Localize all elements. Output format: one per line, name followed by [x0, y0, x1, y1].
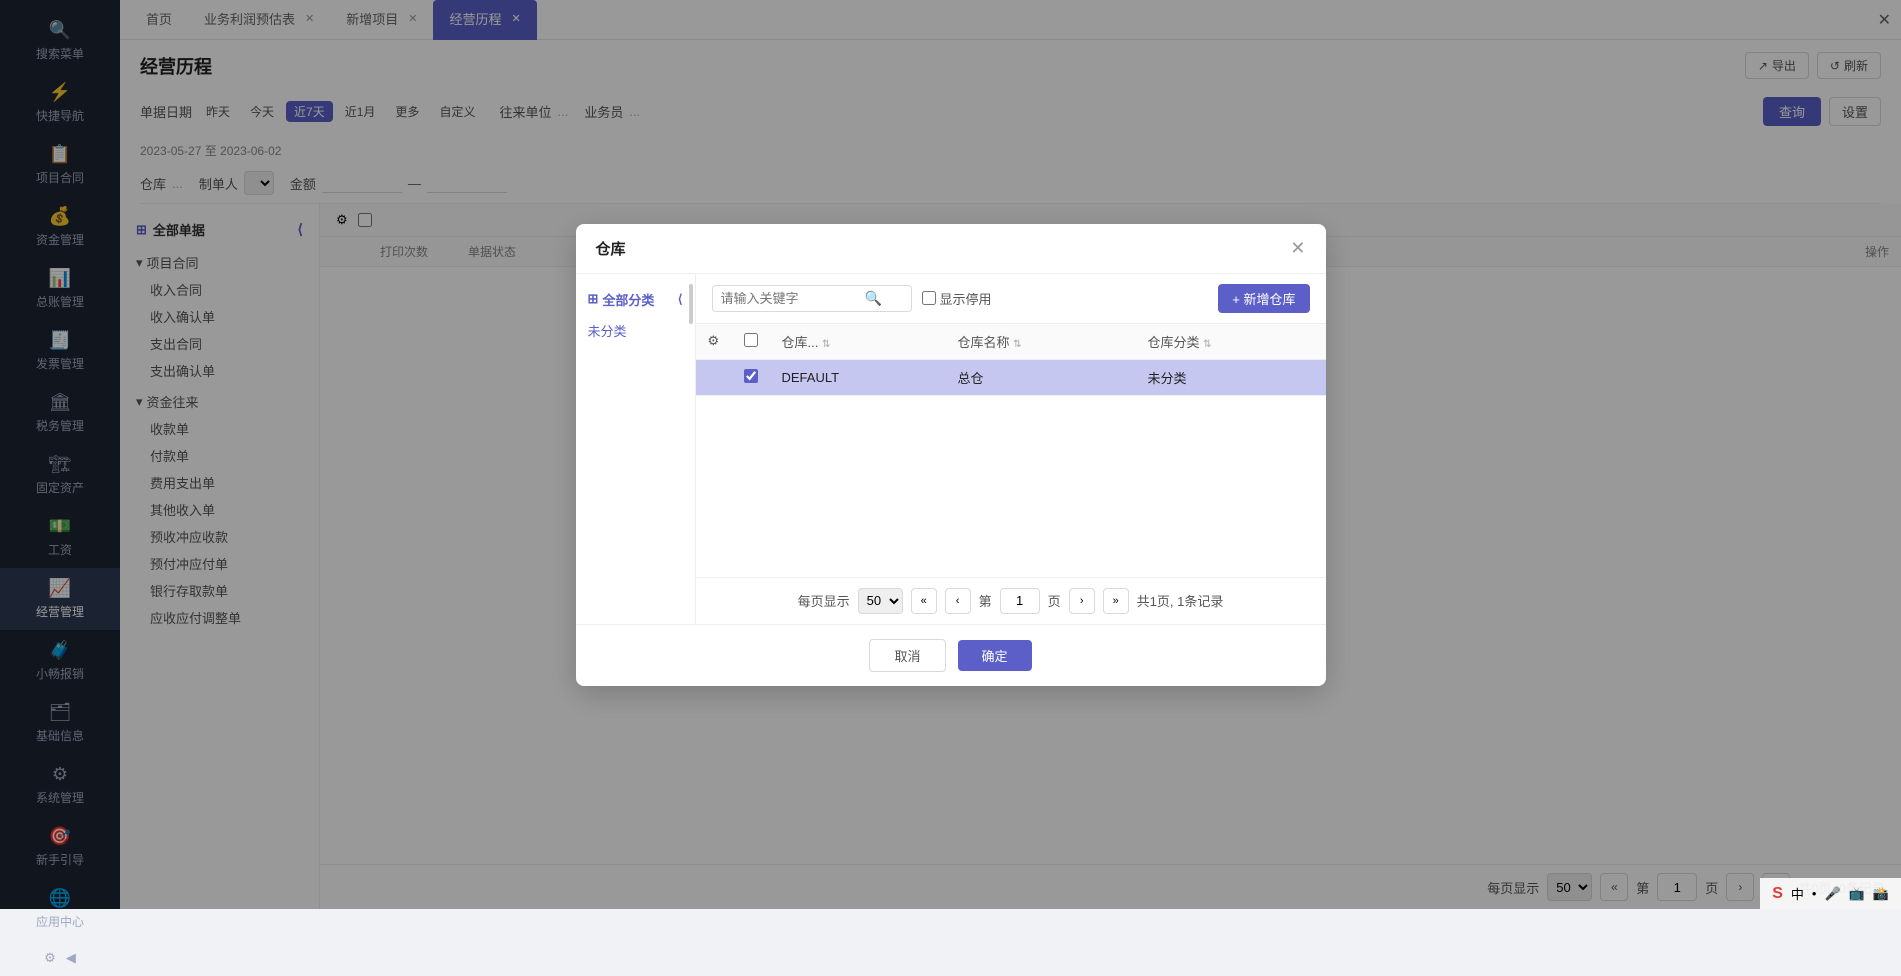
modal-total: 共1页, 1条记录: [1137, 591, 1224, 610]
modal-table-body: DEFAULT 总仓 未分类: [696, 359, 1326, 395]
modal-per-page-label: 每页显示: [798, 591, 850, 610]
modal-table: ⚙ 仓库... ⇅ 仓库名称 ⇅: [696, 324, 1326, 396]
row-checkbox[interactable]: [732, 359, 770, 395]
modal-body: ⊞ 全部分类 ⟨ 未分类 🔍 显示停用: [576, 274, 1326, 624]
search-box: 🔍: [712, 285, 912, 312]
modal-header: 仓库 ✕: [576, 224, 1326, 274]
taskbar-text: 中: [1791, 884, 1804, 903]
col-warehouse-name[interactable]: 仓库名称 ⇅: [946, 324, 1136, 360]
row-category: 未分类: [1136, 359, 1326, 395]
taskbar-dot: •: [1812, 886, 1817, 901]
modal-prev-btn[interactable]: ‹: [945, 588, 971, 614]
sort-name-icon: ⇅: [1013, 339, 1021, 350]
show-disabled-label: 显示停用: [940, 289, 992, 308]
taskbar-brand: S: [1772, 885, 1783, 903]
taskbar-screen[interactable]: 📺: [1849, 886, 1865, 902]
modal-left-toggle[interactable]: ⟨: [678, 292, 683, 306]
add-warehouse-btn[interactable]: + 新增仓库: [1218, 284, 1309, 313]
row-select-checkbox[interactable]: [744, 369, 758, 383]
left-panel-scrollbar: [689, 284, 693, 324]
modal-title: 仓库: [596, 238, 626, 259]
modal-last-btn[interactable]: »: [1103, 588, 1129, 614]
modal-left-title: 全部分类: [602, 290, 654, 309]
table-row[interactable]: DEFAULT 总仓 未分类: [696, 359, 1326, 395]
modal-pagination: 每页显示 50 « ‹ 第 页 › » 共1页, 1条记录: [696, 577, 1326, 624]
modal-page-size-select[interactable]: 50: [858, 588, 903, 614]
modal-table-head: ⚙ 仓库... ⇅ 仓库名称 ⇅: [696, 324, 1326, 360]
modal-table-container: ⚙ 仓库... ⇅ 仓库名称 ⇅: [696, 324, 1326, 577]
search-input[interactable]: [721, 291, 861, 306]
modal-page-input[interactable]: [1000, 588, 1040, 614]
confirm-button[interactable]: 确定: [958, 640, 1032, 671]
modal-close-btn[interactable]: ✕: [1290, 238, 1305, 259]
cancel-button[interactable]: 取消: [869, 639, 945, 672]
sort-category-icon: ⇅: [1203, 339, 1211, 350]
modal-left-item-uncategorized[interactable]: 未分类: [576, 315, 695, 346]
row-name: 总仓: [946, 359, 1136, 395]
modal-page-prefix: 第: [979, 591, 992, 610]
col-warehouse-code[interactable]: 仓库... ⇅: [770, 324, 946, 360]
collapse-icon[interactable]: ◀: [66, 950, 76, 966]
modal-select-all[interactable]: [744, 333, 758, 347]
modal-toolbar: 🔍 显示停用 + 新增仓库: [696, 274, 1326, 324]
modal-page-suffix: 页: [1048, 591, 1061, 610]
sidebar-bottom: ⚙ ◀: [34, 940, 86, 976]
col-warehouse-category[interactable]: 仓库分类 ⇅: [1136, 324, 1326, 360]
modal-first-btn[interactable]: «: [911, 588, 937, 614]
search-icon: 🔍: [865, 290, 882, 307]
taskbar-camera[interactable]: 📸: [1873, 886, 1889, 902]
warehouse-modal: 仓库 ✕ ⊞ 全部分类 ⟨ 未分类: [576, 224, 1326, 686]
grid-icon-modal: ⊞: [588, 291, 599, 307]
modal-overlay: 仓库 ✕ ⊞ 全部分类 ⟨ 未分类: [0, 0, 1901, 909]
row-settings: [696, 359, 732, 395]
show-disabled-input[interactable]: [922, 291, 936, 305]
taskbar-mic[interactable]: 🎤: [1824, 886, 1840, 902]
show-disabled-checkbox[interactable]: 显示停用: [922, 289, 992, 308]
col-checkbox[interactable]: [732, 324, 770, 360]
col-settings[interactable]: ⚙: [696, 324, 732, 360]
sidebar-item-label: 应用中心: [36, 913, 84, 930]
sort-code-icon: ⇅: [822, 339, 830, 350]
row-code: DEFAULT: [770, 359, 946, 395]
modal-left-header[interactable]: ⊞ 全部分类 ⟨: [576, 284, 695, 315]
modal-table-header-row: ⚙ 仓库... ⇅ 仓库名称 ⇅: [696, 324, 1326, 360]
taskbar: S 中 • 🎤 📺 📸: [1760, 878, 1901, 909]
modal-footer: 取消 确定: [576, 624, 1326, 686]
modal-next-btn[interactable]: ›: [1069, 588, 1095, 614]
settings-icon[interactable]: ⚙: [44, 950, 56, 966]
modal-left-panel: ⊞ 全部分类 ⟨ 未分类: [576, 274, 696, 624]
modal-right-panel: 🔍 显示停用 + 新增仓库 ⚙: [696, 274, 1326, 624]
